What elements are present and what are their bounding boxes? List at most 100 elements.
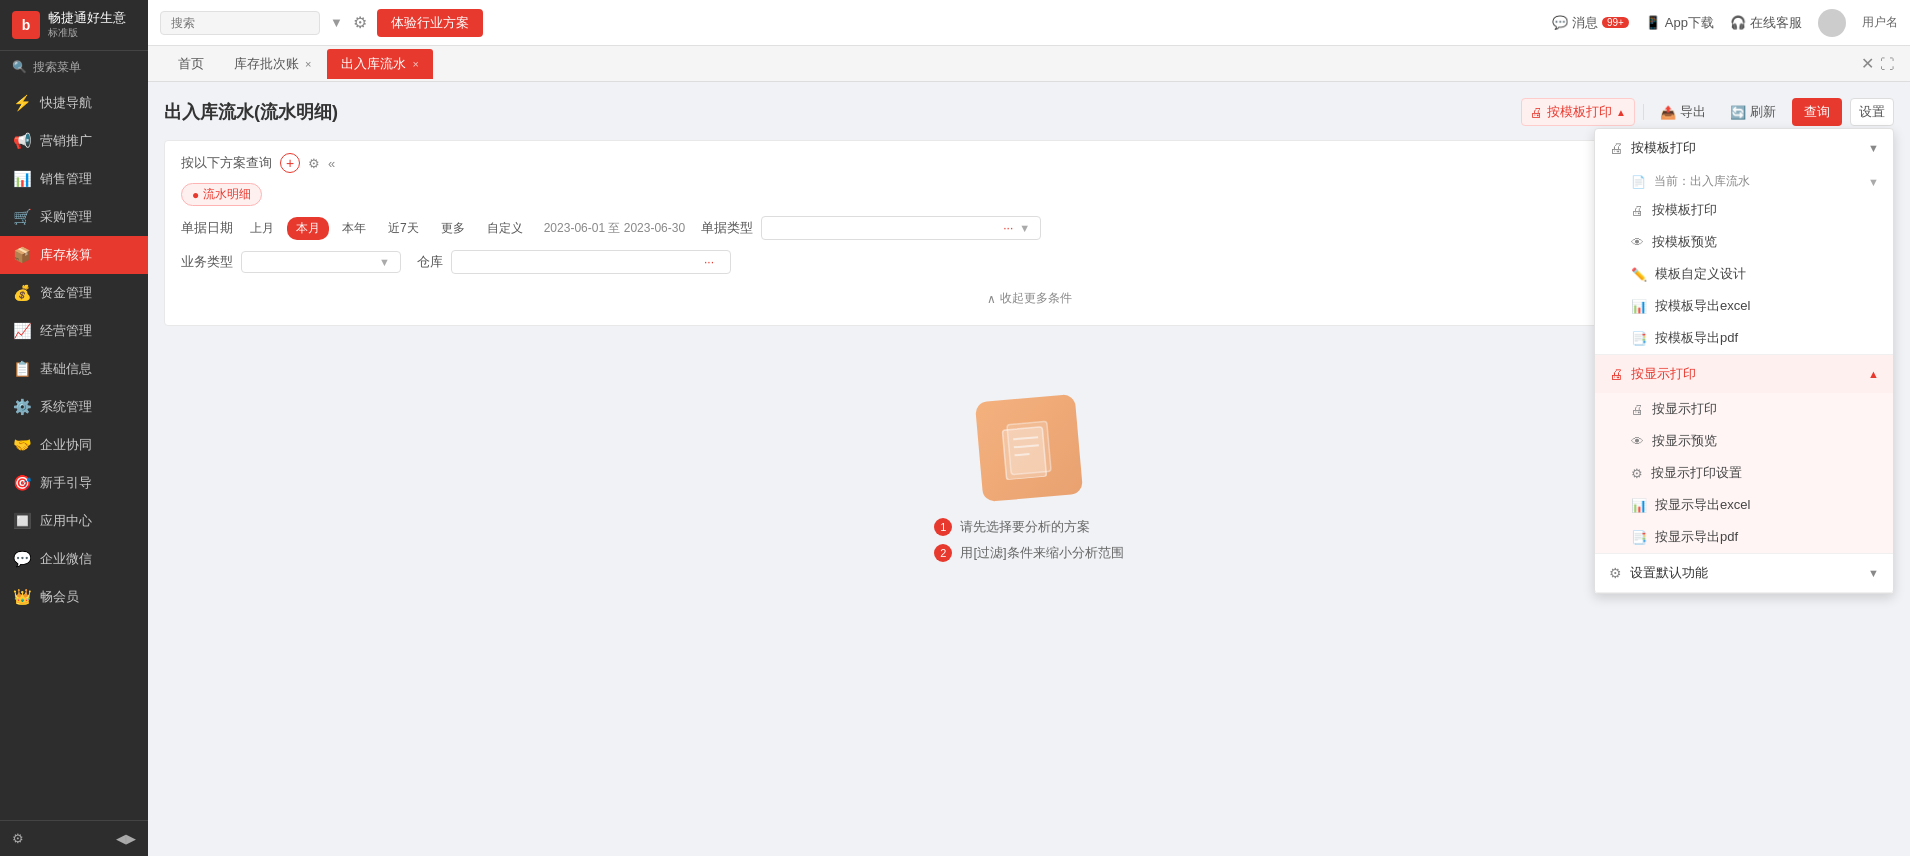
settings-icon[interactable]: ⚙ (12, 831, 24, 846)
date-btn-more[interactable]: 更多 (432, 217, 474, 240)
query-button[interactable]: 查询 (1792, 98, 1842, 126)
messages-button[interactable]: 💬 消息 99+ (1552, 14, 1629, 32)
empty-steps: 1 请先选择要分析的方案 2 用[过滤]条件来缩小分析范围 (934, 518, 1123, 562)
date-label: 单据日期 (181, 219, 233, 237)
display-pdf-label: 按显示导出pdf (1655, 528, 1738, 546)
filter-tag-flow[interactable]: ● 流水明细 (181, 183, 262, 206)
refresh-label: 刷新 (1750, 103, 1776, 121)
sidebar-item-member[interactable]: 👑 畅会员 (0, 578, 148, 616)
template-export-pdf-item[interactable]: 📑 按模板导出pdf (1595, 322, 1893, 354)
sidebar-item-inventory[interactable]: 📦 库存核算 (0, 236, 148, 274)
print-template-button[interactable]: 🖨 按模板打印 ▲ (1521, 98, 1635, 126)
sidebar-item-marketing[interactable]: 📢 营销推广 (0, 122, 148, 160)
search-input[interactable] (160, 11, 320, 35)
warehouse-more[interactable]: ··· (704, 255, 714, 269)
tab-inventory-flow-label: 出入库流水 (341, 55, 406, 73)
template-preview-label: 按模板预览 (1652, 233, 1717, 251)
print-template-label: 按模板打印 (1547, 103, 1612, 121)
display-print-header[interactable]: 🖨 按显示打印 ▲ (1595, 355, 1893, 393)
settings-button[interactable]: 设置 (1850, 98, 1894, 126)
sidebar-item-cooperation[interactable]: 🤝 企业协同 (0, 426, 148, 464)
warehouse-label: 仓库 (417, 253, 443, 271)
template-preview-item[interactable]: 👁 按模板预览 (1595, 226, 1893, 258)
app-download-label: App下载 (1665, 14, 1714, 32)
template-excel-label: 按模板导出excel (1655, 297, 1750, 315)
export-button[interactable]: 📤 导出 (1652, 99, 1714, 125)
filter-settings-icon[interactable]: ⚙ (308, 156, 320, 171)
template-custom-label: 模板自定义设计 (1655, 265, 1746, 283)
sidebar-item-sales[interactable]: 📊 销售管理 (0, 160, 148, 198)
template-export-excel-item[interactable]: 📊 按模板导出excel (1595, 290, 1893, 322)
sidebar-item-label: 资金管理 (40, 284, 92, 302)
topbar-dropdown-icon[interactable]: ▼ (330, 15, 343, 30)
display-print-section: 🖨 按显示打印 ▲ 🖨 按显示打印 👁 按显示预览 ⚙ 按显示打印设置 (1595, 355, 1893, 554)
filter-collapse-icon[interactable]: « (328, 156, 335, 171)
date-btn-this-month[interactable]: 本月 (287, 217, 329, 240)
user-avatar[interactable] (1818, 9, 1846, 37)
sidebar-item-label: 新手引导 (40, 474, 92, 492)
sidebar-item-label: 采购管理 (40, 208, 92, 226)
doc-type-label: 单据类型 (701, 219, 753, 237)
tab-maximize-icon[interactable]: ⛶ (1880, 56, 1894, 72)
print-arrow-icon: ▲ (1616, 107, 1626, 118)
guide-icon: 🎯 (12, 474, 32, 492)
warehouse-select[interactable]: ··· (451, 250, 731, 274)
sidebar-item-purchase[interactable]: 🛒 采购管理 (0, 198, 148, 236)
display-print-item[interactable]: 🖨 按显示打印 (1595, 393, 1893, 425)
display-print-settings-item[interactable]: ⚙ 按显示打印设置 (1595, 457, 1893, 489)
business-type-select[interactable]: ▼ (241, 251, 401, 273)
sidebar-item-system[interactable]: ⚙️ 系统管理 (0, 388, 148, 426)
date-btn-this-year[interactable]: 本年 (333, 217, 375, 240)
sidebar-item-label: 畅会员 (40, 588, 79, 606)
template-custom-item[interactable]: ✏️ 模板自定义设计 (1595, 258, 1893, 290)
template-print-header[interactable]: 🖨 按模板打印 ▼ (1595, 129, 1893, 167)
sidebar-item-label: 库存核算 (40, 246, 92, 264)
purchase-icon: 🛒 (12, 208, 32, 226)
tab-inventory-flow-close[interactable]: × (412, 58, 418, 70)
app-download-button[interactable]: 📱 App下载 (1645, 14, 1714, 32)
sidebar-item-guide[interactable]: 🎯 新手引导 (0, 464, 148, 502)
display-print-label: 按显示打印 (1631, 365, 1696, 383)
sidebar-item-appstore[interactable]: 🔲 应用中心 (0, 502, 148, 540)
filter-tag-dot: ● (192, 188, 199, 202)
template-print-item[interactable]: 🖨 按模板打印 (1595, 194, 1893, 226)
display-export-excel-item[interactable]: 📊 按显示导出excel (1595, 489, 1893, 521)
sidebar-item-finance[interactable]: 💰 资金管理 (0, 274, 148, 312)
display-export-pdf-item[interactable]: 📑 按显示导出pdf (1595, 521, 1893, 553)
sidebar-item-quick-nav[interactable]: ⚡ 快捷导航 (0, 84, 148, 122)
sidebar-item-operation[interactable]: 📈 经营管理 (0, 312, 148, 350)
date-btn-custom[interactable]: 自定义 (478, 217, 532, 240)
filter-add-button[interactable]: + (280, 153, 300, 173)
tab-close-all-icon[interactable]: ✕ (1861, 54, 1874, 73)
template-preview-icon: 👁 (1631, 235, 1644, 250)
logo-text: 畅捷通好生意 标准版 (48, 10, 126, 40)
display-preview-item[interactable]: 👁 按显示预览 (1595, 425, 1893, 457)
doc-type-more[interactable]: ··· (1003, 221, 1013, 235)
tab-batch-account[interactable]: 库存批次账 × (220, 49, 325, 79)
date-buttons: 上月 本月 本年 近7天 更多 自定义 (241, 217, 532, 240)
topbar-settings-icon[interactable]: ⚙ (353, 13, 367, 32)
collapse-label: 收起更多条件 (1000, 290, 1072, 307)
sidebar-item-basic[interactable]: 📋 基础信息 (0, 350, 148, 388)
tab-inventory-flow[interactable]: 出入库流水 × (327, 49, 432, 79)
template-pdf-icon: 📑 (1631, 331, 1647, 346)
tab-home[interactable]: 首页 (164, 49, 218, 79)
default-section-header[interactable]: ⚙ 设置默认功能 ▼ (1595, 554, 1893, 592)
sidebar-item-label: 基础信息 (40, 360, 92, 378)
sidebar-search[interactable]: 🔍 搜索菜单 (0, 51, 148, 84)
template-print-label: 按模板打印 (1631, 139, 1696, 157)
display-excel-icon: 📊 (1631, 498, 1647, 513)
display-preview-icon: 👁 (1631, 434, 1644, 449)
date-btn-last-month[interactable]: 上月 (241, 217, 283, 240)
collapse-sidebar-icon[interactable]: ◀▶ (116, 831, 136, 846)
tab-batch-account-close[interactable]: × (305, 58, 311, 70)
doc-type-select[interactable]: ··· ▼ (761, 216, 1041, 240)
online-service-button[interactable]: 🎧 在线客服 (1730, 14, 1802, 32)
date-btn-7days[interactable]: 近7天 (379, 217, 428, 240)
appstore-icon: 🔲 (12, 512, 32, 530)
sidebar-item-wechat[interactable]: 💬 企业微信 (0, 540, 148, 578)
industry-solution-button[interactable]: 体验行业方案 (377, 9, 483, 37)
print-dropdown: 🖨 按模板打印 ▼ 📄 当前：出入库流水 ▼ 🖨 按模板打印 👁 按模板预 (1594, 128, 1894, 594)
sidebar-search-label: 搜索菜单 (33, 59, 81, 76)
refresh-button[interactable]: 🔄 刷新 (1722, 99, 1784, 125)
